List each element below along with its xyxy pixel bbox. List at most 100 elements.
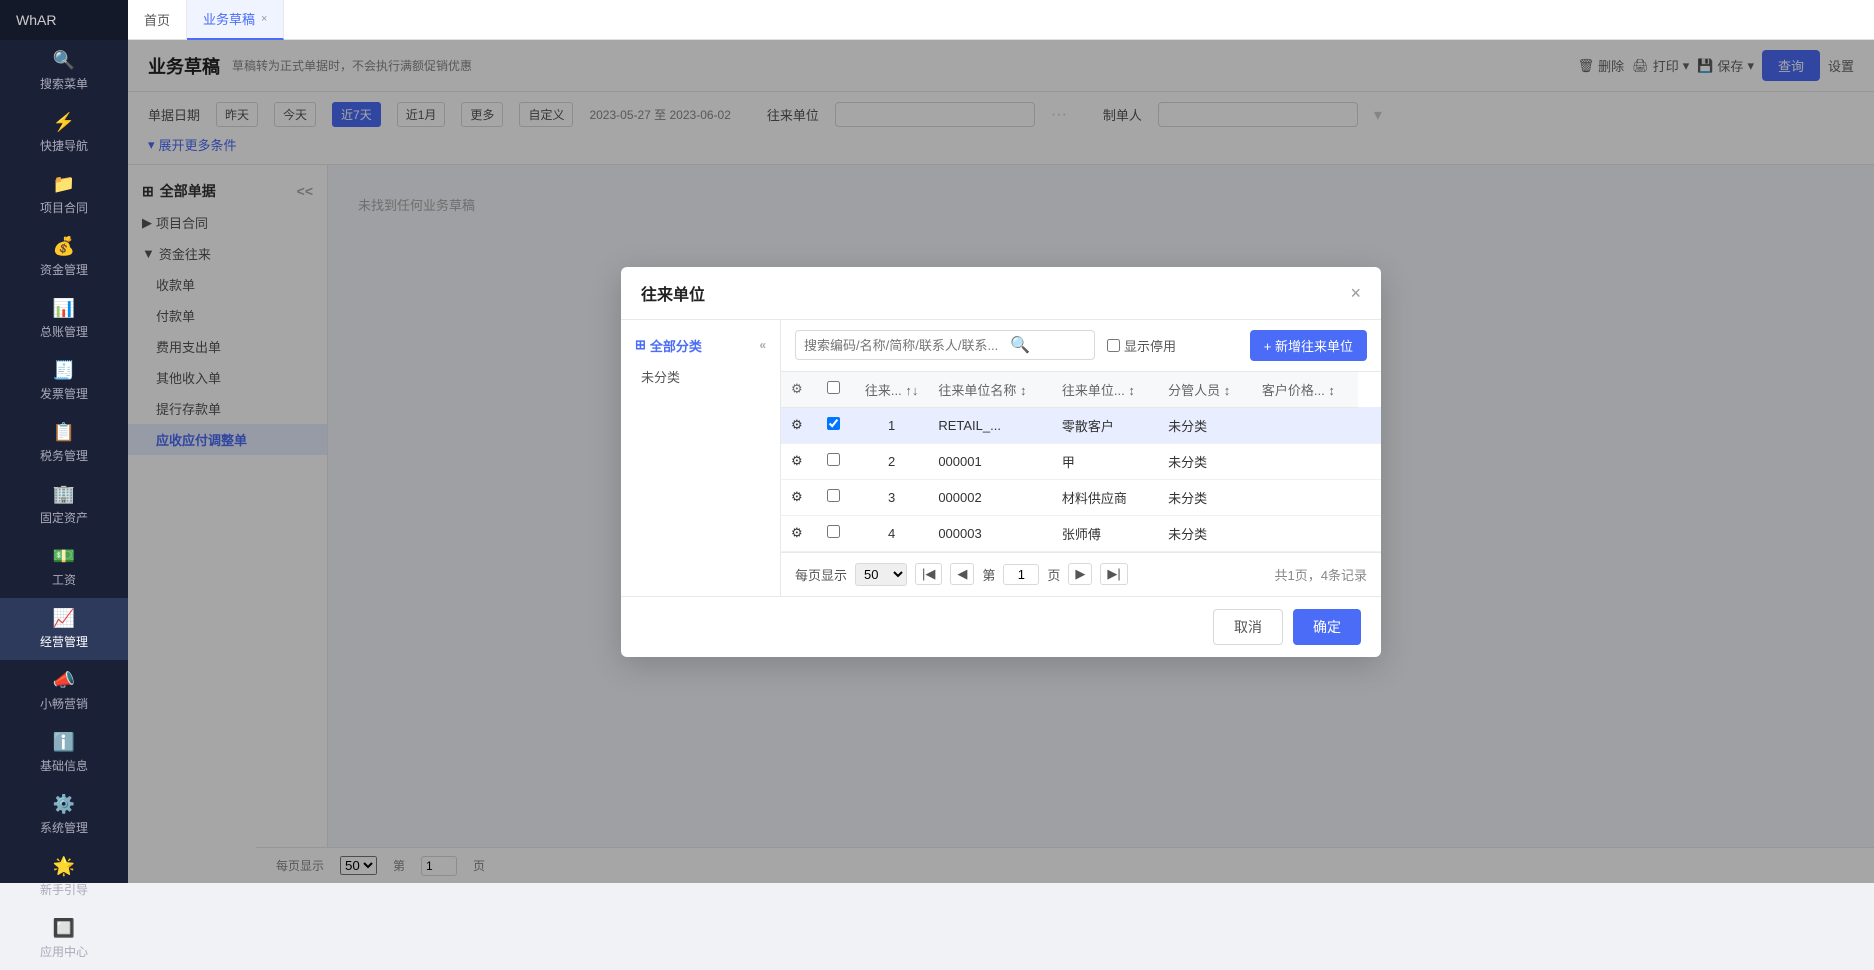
- show-disabled-checkbox[interactable]: [1107, 339, 1120, 352]
- col-checkbox[interactable]: [817, 372, 855, 408]
- dialog-left-panel: ⊞ 全部分类 « 未分类: [621, 320, 781, 596]
- dialog-table-wrap: ⚙ 往来... ↑↓ 往来单位名称 ↕ 往来单位... ↕ 分管人员 ↕ 客户价…: [781, 372, 1381, 552]
- partner-dialog: 往来单位 × ⊞ 全部分类 « 未分类: [621, 267, 1381, 657]
- row-checkbox-cell[interactable]: [817, 479, 855, 515]
- row-checkbox[interactable]: [827, 489, 840, 502]
- dialog-title: 往来单位: [641, 281, 705, 305]
- sidebar-item-quick-nav[interactable]: ⚡ 快捷导航: [0, 102, 128, 164]
- basic-info-icon: ℹ️: [53, 732, 75, 753]
- confirm-button[interactable]: 确定: [1293, 609, 1361, 645]
- sidebar-item-search-menu[interactable]: 🔍 搜索菜单: [0, 40, 128, 102]
- col-category[interactable]: 往来单位... ↕: [1052, 372, 1158, 408]
- row-checkbox[interactable]: [827, 453, 840, 466]
- page-label: 页: [1047, 565, 1060, 584]
- page-input[interactable]: [1003, 564, 1039, 585]
- dialog-close-button[interactable]: ×: [1350, 284, 1361, 302]
- row-checkbox-cell[interactable]: [817, 515, 855, 551]
- pg-next-btn[interactable]: ▶: [1068, 563, 1092, 585]
- capital-management-icon: 💰: [53, 236, 75, 257]
- row-price-type: [1358, 515, 1381, 551]
- sidebar-item-basic-info[interactable]: ℹ️ 基础信息: [0, 722, 128, 784]
- project-contract-icon: 📁: [53, 174, 75, 195]
- per-page-select[interactable]: 50 100: [855, 563, 907, 586]
- sidebar-item-accounts-management[interactable]: 📊 总账管理: [0, 288, 128, 350]
- collapse-left-btn[interactable]: «: [759, 338, 766, 352]
- dialog-search-box[interactable]: 🔍: [795, 330, 1095, 360]
- tab-close-icon[interactable]: ×: [261, 13, 267, 25]
- sidebar-item-label-payroll: 工资: [52, 571, 76, 588]
- row-checkbox-cell[interactable]: [817, 407, 855, 443]
- sidebar-item-system-management[interactable]: ⚙️ 系统管理: [0, 784, 128, 846]
- sidebar-item-fixed-assets[interactable]: 🏢 固定资产: [0, 474, 128, 536]
- search-menu-icon: 🔍: [53, 50, 75, 71]
- total-info: 共1页，4条记录: [1275, 565, 1367, 584]
- add-partner-button[interactable]: + 新增往来单位: [1250, 330, 1367, 361]
- row-checkbox[interactable]: [827, 525, 840, 538]
- row-checkbox[interactable]: [827, 417, 840, 430]
- table-row[interactable]: ⚙2000001甲未分类: [781, 443, 1381, 479]
- sidebar-item-project-contract[interactable]: 📁 项目合同: [0, 164, 128, 226]
- sidebar-item-new-guide[interactable]: 🌟 新手引导: [0, 846, 128, 908]
- grid-small-icon: ⊞: [635, 337, 646, 353]
- pg-first-btn[interactable]: |◀: [915, 563, 942, 585]
- sidebar-item-payroll[interactable]: 💵 工资: [0, 536, 128, 598]
- cancel-button[interactable]: 取消: [1213, 609, 1283, 645]
- row-manager: [1252, 515, 1358, 551]
- payroll-icon: 💵: [53, 546, 75, 567]
- row-code: 000001: [928, 443, 1052, 479]
- tab-business-draft[interactable]: 业务草稿 ×: [187, 0, 284, 40]
- row-checkbox-cell[interactable]: [817, 443, 855, 479]
- dialog-pagination: 每页显示 50 100 |◀ ◀ 第 页 ▶ ▶|: [781, 552, 1381, 596]
- row-name: 材料供应商: [1052, 479, 1158, 515]
- sort-name-icon: ↕: [1020, 383, 1027, 398]
- sidebar-item-label-search-menu: 搜索菜单: [40, 75, 88, 92]
- row-index: 4: [855, 515, 928, 551]
- row-settings-icon[interactable]: ⚙: [781, 479, 817, 515]
- row-category: 未分类: [1158, 479, 1252, 515]
- dialog-table: ⚙ 往来... ↑↓ 往来单位名称 ↕ 往来单位... ↕ 分管人员 ↕ 客户价…: [781, 372, 1381, 552]
- sort-price-icon: ↕: [1328, 383, 1335, 398]
- sidebar-item-label-new-guide: 新手引导: [40, 881, 88, 898]
- col-code[interactable]: 往来... ↑↓: [855, 372, 928, 408]
- dialog-category-unclassified[interactable]: 未分类: [621, 361, 780, 392]
- col-price-type[interactable]: 客户价格... ↕: [1252, 372, 1358, 408]
- show-disabled-label[interactable]: 显示停用: [1107, 336, 1176, 355]
- row-settings-icon[interactable]: ⚙: [781, 515, 817, 551]
- table-header-row: ⚙ 往来... ↑↓ 往来单位名称 ↕ 往来单位... ↕ 分管人员 ↕ 客户价…: [781, 372, 1381, 408]
- dialog-search-input[interactable]: [804, 338, 1004, 353]
- sort-mgr-icon: ↕: [1224, 383, 1231, 398]
- pg-last-btn[interactable]: ▶|: [1100, 563, 1127, 585]
- row-settings-icon[interactable]: ⚙: [781, 443, 817, 479]
- table-row[interactable]: ⚙4000003张师傅未分类: [781, 515, 1381, 551]
- search-icon: 🔍: [1010, 335, 1030, 355]
- sidebar-item-ops-management[interactable]: 📈 经营管理: [0, 598, 128, 660]
- sidebar-logo: WhAR: [0, 0, 128, 40]
- sidebar-item-marketing[interactable]: 📣 小畅营销: [0, 660, 128, 722]
- sidebar-item-label-quick-nav: 快捷导航: [40, 137, 88, 154]
- col-settings[interactable]: ⚙: [781, 372, 817, 408]
- col-manager[interactable]: 分管人员 ↕: [1158, 372, 1252, 408]
- row-category: 未分类: [1158, 515, 1252, 551]
- invoice-management-icon: 🧾: [53, 360, 75, 381]
- tax-management-icon: 📋: [53, 422, 75, 443]
- select-all-checkbox[interactable]: [827, 381, 840, 394]
- accounts-management-icon: 📊: [53, 298, 75, 319]
- sidebar-item-tax-management[interactable]: 📋 税务管理: [0, 412, 128, 474]
- pg-prev-btn[interactable]: ◀: [950, 563, 974, 585]
- sidebar-item-invoice-management[interactable]: 🧾 发票管理: [0, 350, 128, 412]
- app-center-icon: 🔲: [53, 918, 75, 939]
- row-category: 未分类: [1158, 407, 1252, 443]
- sidebar-item-label-basic-info: 基础信息: [40, 757, 88, 774]
- sidebar-item-capital-management[interactable]: 💰 资金管理: [0, 226, 128, 288]
- table-row[interactable]: ⚙3000002材料供应商未分类: [781, 479, 1381, 515]
- col-name[interactable]: 往来单位名称 ↕: [928, 372, 1052, 408]
- row-settings-icon[interactable]: ⚙: [781, 407, 817, 443]
- row-code: 000002: [928, 479, 1052, 515]
- app-title: WhAR: [16, 12, 56, 28]
- tab-home[interactable]: 首页: [128, 0, 187, 40]
- sort-icon: ↑↓: [905, 383, 918, 398]
- sidebar-item-app-center[interactable]: 🔲 应用中心: [0, 908, 128, 970]
- sidebar-item-label-marketing: 小畅营销: [40, 695, 88, 712]
- row-index: 1: [855, 407, 928, 443]
- table-row[interactable]: ⚙1RETAIL_...零散客户未分类: [781, 407, 1381, 443]
